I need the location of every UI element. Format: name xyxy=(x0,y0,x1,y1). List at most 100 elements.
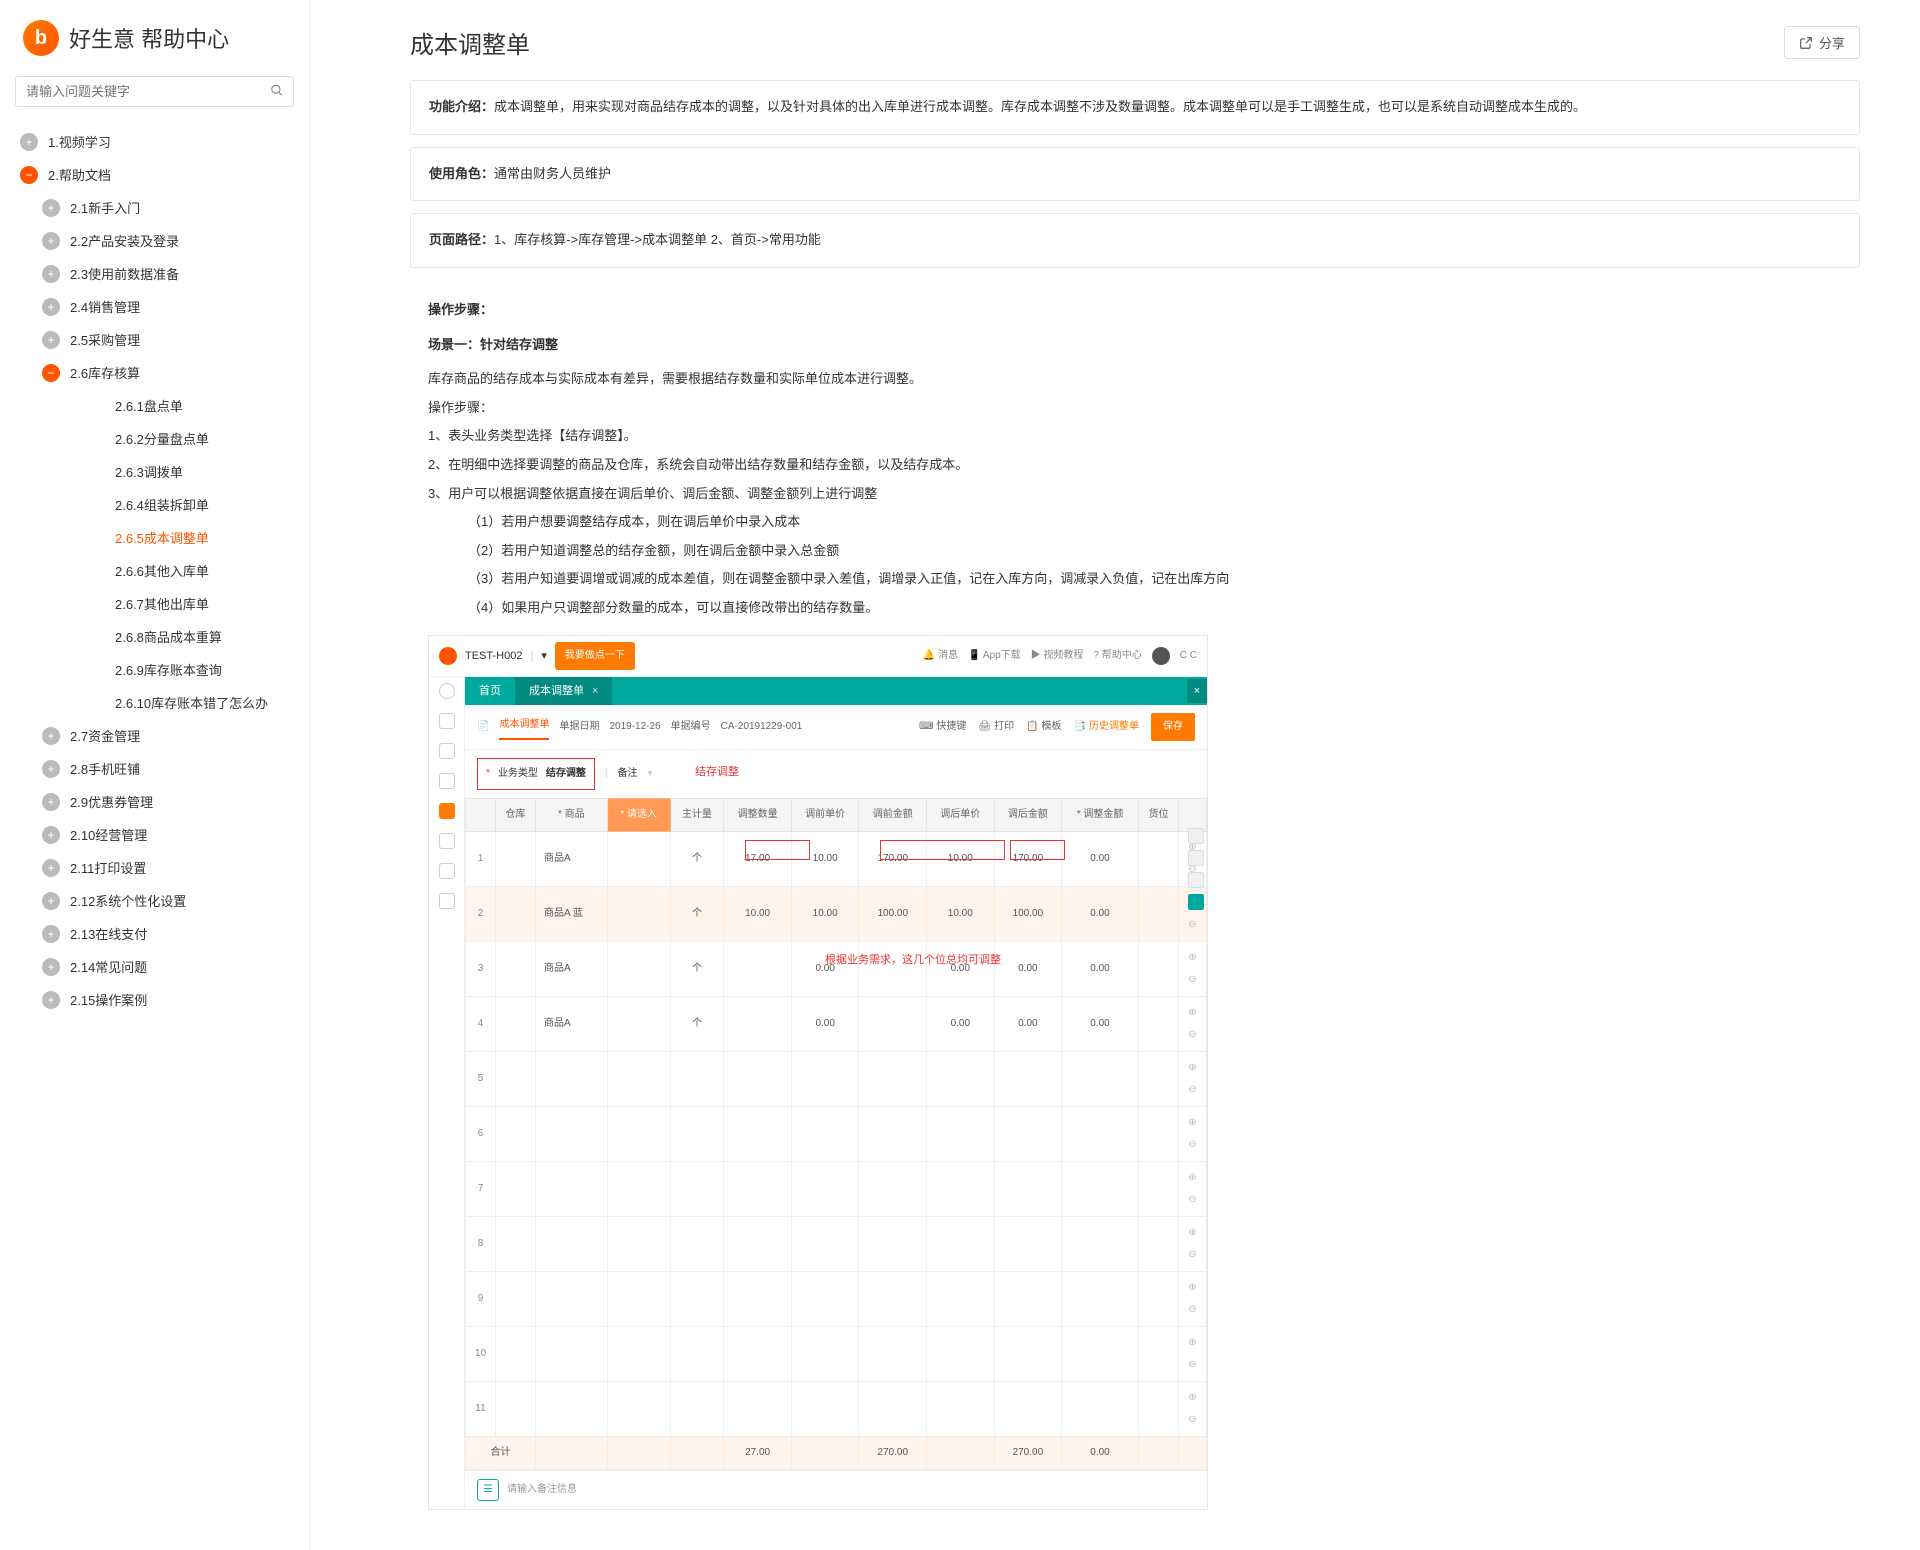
figure-footer-hint: 请输入备注信息 xyxy=(507,1479,577,1501)
phone-icon: 📱 App下载 xyxy=(968,645,1020,667)
path-card: 页面路径：1、库存核算->库存管理->成本调整单 2、首页->常用功能 xyxy=(410,213,1860,268)
plus-icon: + xyxy=(42,232,60,250)
plus-icon: + xyxy=(42,925,60,943)
substep-4: （4）如果用户只调整部分数量的成本，可以直接修改带出的结存数量。 xyxy=(468,594,1842,623)
figure-type-redbox: * 业务类型 结存调整 xyxy=(477,758,595,790)
nav-2-6-2[interactable]: 2.6.2分量盘点单 xyxy=(87,422,294,455)
nav-2-6-9[interactable]: 2.6.9库存账本查询 xyxy=(87,653,294,686)
figure-save-button: 保存 xyxy=(1151,713,1195,741)
nav-2-15[interactable]: +2.15操作案例 xyxy=(37,983,294,1016)
substep-3: （3）若用户知道要调增或调减的成本差值，则在调整金额中录入差值，调增录入正值，记… xyxy=(468,565,1842,594)
th-postprice: 调后单价 xyxy=(927,798,995,831)
table-row: 6⊕ ⊖ xyxy=(466,1106,1207,1161)
figure-right-strip xyxy=(1185,798,1207,1470)
main-content: 成本调整单 分享 功能介绍：成本调整单，用来实现对商品结存成本的调整，以及针对具… xyxy=(310,0,1920,1550)
tool-icon xyxy=(1188,828,1204,844)
nav-2-6-7[interactable]: 2.6.7其他出库单 xyxy=(87,587,294,620)
share-button[interactable]: 分享 xyxy=(1784,26,1860,59)
brand-logo: b xyxy=(23,20,59,56)
substep-1: （1）若用户想要调整结存成本，则在调后单价中录入成本 xyxy=(468,508,1842,537)
nav-2-8[interactable]: +2.8手机旺铺 xyxy=(37,752,294,785)
nav-2-4[interactable]: +2.4销售管理 xyxy=(37,290,294,323)
figure-tabs: 首页 成本调整单× × xyxy=(465,677,1207,705)
print-icon: 🖨 打印 xyxy=(978,716,1014,738)
table-row: 8⊕ ⊖ xyxy=(466,1216,1207,1271)
nav-2-14[interactable]: +2.14常见问题 xyxy=(37,950,294,983)
plus-icon: + xyxy=(42,298,60,316)
figure-filter: * 业务类型 结存调整 结存调整 | 备注 ▾ xyxy=(465,750,1207,798)
brand-title: 好生意 帮助中心 xyxy=(69,22,229,54)
nav-2-6-4[interactable]: 2.6.4组装拆卸单 xyxy=(87,488,294,521)
figure-tab-active: 成本调整单× xyxy=(515,677,612,705)
tool-icon xyxy=(1188,872,1204,888)
plus-icon: + xyxy=(42,793,60,811)
figure-topbar: TEST-H002 | ▾ 我要做点一下 🔔 消息 📱 App下载 ▶ 视频教程… xyxy=(429,636,1207,677)
keyboard-icon: ⌨ 快捷键 xyxy=(919,716,966,738)
nav-2-6-6[interactable]: 2.6.6其他入库单 xyxy=(87,554,294,587)
plus-icon: + xyxy=(42,265,60,283)
th-postamt: 调后金额 xyxy=(994,798,1062,831)
table-row: 4商品A个0.000.000.000.00⊕ ⊖ xyxy=(466,996,1207,1051)
avatar xyxy=(1152,647,1170,665)
wallet-icon xyxy=(439,863,455,879)
tool-icon xyxy=(1188,894,1204,910)
plus-icon: + xyxy=(42,199,60,217)
steps-heading: 操作步骤： xyxy=(428,296,1842,325)
person-icon xyxy=(439,833,455,849)
page-title: 成本调整单 xyxy=(410,25,530,60)
plus-icon: + xyxy=(42,760,60,778)
nav-2-13[interactable]: +2.13在线支付 xyxy=(37,917,294,950)
th-preprice: 调前单价 xyxy=(791,798,859,831)
figure-red-annotation-1: 结存调整 xyxy=(695,760,739,784)
th-idx xyxy=(466,798,496,831)
brand: b 好生意 帮助中心 xyxy=(15,20,294,56)
th-unit: 主计量 xyxy=(670,798,724,831)
figure-logo-icon xyxy=(439,647,457,665)
figure-date-value: 2019-12-26 xyxy=(609,716,660,738)
th-product: * 商品 xyxy=(535,798,607,831)
search-icon[interactable] xyxy=(270,83,284,100)
nav-help-docs[interactable]: − 2.帮助文档 xyxy=(15,158,294,191)
intro-card: 功能介绍：成本调整单，用来实现对商品结存成本的调整，以及针对具体的出入库单进行成… xyxy=(410,80,1860,135)
nav-2-11[interactable]: +2.11打印设置 xyxy=(37,851,294,884)
calendar-icon xyxy=(439,773,455,789)
share-icon xyxy=(1799,36,1813,50)
nav-2-9[interactable]: +2.9优惠券管理 xyxy=(37,785,294,818)
figure-action-button: 我要做点一下 xyxy=(555,642,635,670)
nav-video-learning[interactable]: + 1.视频学习 xyxy=(15,125,294,158)
minus-icon: − xyxy=(42,364,60,382)
role-text: 通常由财务人员维护 xyxy=(494,166,611,181)
path-text: 1、库存核算->库存管理->成本调整单 2、首页->常用功能 xyxy=(494,232,821,247)
nav-2-7[interactable]: +2.7资金管理 xyxy=(37,719,294,752)
step-3: 3、用户可以根据调整依据直接在调后单价、调后金额、调整金额列上进行调整 xyxy=(428,480,1842,509)
plus-icon: + xyxy=(42,958,60,976)
nav-2-5[interactable]: +2.5采购管理 xyxy=(37,323,294,356)
bell-icon: 🔔 消息 xyxy=(923,645,958,667)
figure-red-annotation-2: 根据业务需求，这几个位总均可调整 xyxy=(825,948,1001,972)
th-qty: 调整数量 xyxy=(724,798,792,831)
nav-2-6-8[interactable]: 2.6.8商品成本重算 xyxy=(87,620,294,653)
intro-text: 成本调整单，用来实现对商品结存成本的调整，以及针对具体的出入库单进行成本调整。库… xyxy=(494,99,1586,114)
nav-2-3[interactable]: +2.3使用前数据准备 xyxy=(37,257,294,290)
nav-2-1[interactable]: +2.1新手入门 xyxy=(37,191,294,224)
nav-2-6-3[interactable]: 2.6.3调拨单 xyxy=(87,455,294,488)
tabs-close-icon: × xyxy=(1187,679,1207,703)
nav-2-2[interactable]: +2.2产品安装及登录 xyxy=(37,224,294,257)
search-box xyxy=(15,76,294,107)
nav-2-12[interactable]: +2.12系统个性化设置 xyxy=(37,884,294,917)
table-row: 5⊕ ⊖ xyxy=(466,1051,1207,1106)
role-card: 使用角色：通常由财务人员维护 xyxy=(410,147,1860,202)
doc-icon xyxy=(439,713,455,729)
figure-mini-sidebar xyxy=(429,677,465,1509)
nav-2-6-1[interactable]: 2.6.1盘点单 xyxy=(87,389,294,422)
figure-product-tab: 成本调整单 xyxy=(499,714,549,740)
plus-icon: + xyxy=(20,133,38,151)
table-row: 9⊕ ⊖ xyxy=(466,1271,1207,1326)
nav-2-6-5[interactable]: 2.6.5成本调整单 xyxy=(87,521,294,554)
table-row: 10⊕ ⊖ xyxy=(466,1326,1207,1381)
search-input[interactable] xyxy=(15,76,294,107)
nav-2-6[interactable]: −2.6库存核算 xyxy=(37,356,294,389)
nav-2-6-10[interactable]: 2.6.10库存账本错了怎么办 xyxy=(87,686,294,719)
role-label: 使用角色： xyxy=(429,166,494,181)
nav-2-10[interactable]: +2.10经营管理 xyxy=(37,818,294,851)
